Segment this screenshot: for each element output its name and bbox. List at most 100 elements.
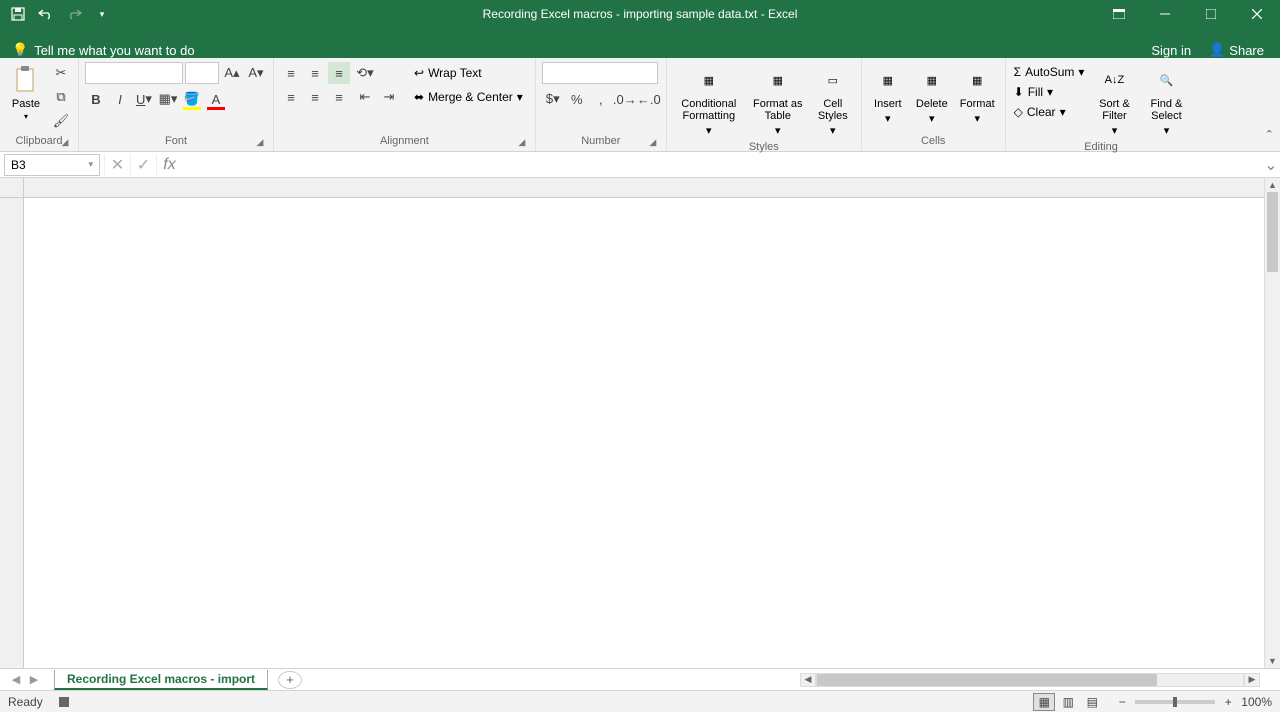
zoom-out-icon[interactable]: − (1115, 695, 1129, 709)
collapse-ribbon-icon[interactable]: ˆ (1267, 129, 1272, 147)
fill-label: Fill (1028, 85, 1043, 99)
share-label: Share (1229, 43, 1264, 58)
add-sheet-icon[interactable]: + (278, 671, 302, 689)
tab-nav-prev-icon[interactable]: ◀ (8, 673, 24, 686)
align-bottom-icon[interactable]: ≡ (328, 62, 350, 84)
close-icon[interactable] (1234, 0, 1280, 28)
qat-customize-icon[interactable]: ▾ (94, 6, 110, 22)
number-launcher-icon[interactable]: ◢ (648, 137, 658, 147)
hscroll-thumb[interactable] (817, 674, 1157, 686)
conditional-formatting-button[interactable]: ▦Conditional Formatting▾ (673, 62, 745, 139)
cells-area[interactable] (24, 198, 1264, 668)
delete-label: Delete (916, 98, 948, 110)
select-all-button[interactable] (0, 178, 24, 198)
decrease-font-icon[interactable]: A▾ (245, 62, 267, 84)
font-launcher-icon[interactable]: ◢ (255, 137, 265, 147)
number-format-select[interactable] (542, 62, 658, 84)
align-center-icon[interactable]: ≡ (304, 86, 326, 108)
page-layout-view-icon[interactable]: ▥ (1057, 693, 1079, 711)
alignment-launcher-icon[interactable]: ◢ (517, 137, 527, 147)
align-middle-icon[interactable]: ≡ (304, 62, 326, 84)
paste-button[interactable]: Paste ▾ (6, 62, 46, 123)
zoom-in-icon[interactable]: + (1221, 695, 1235, 709)
clipboard-launcher-icon[interactable]: ◢ (60, 137, 70, 147)
ribbon-display-icon[interactable] (1096, 0, 1142, 28)
tab-nav-next-icon[interactable]: ▶ (26, 673, 42, 686)
format-as-table-button[interactable]: ▦Format as Table▾ (749, 62, 807, 139)
group-number: $▾ % , .0→ ←.0 Number◢ (536, 58, 667, 151)
percent-format-icon[interactable]: % (566, 88, 588, 110)
undo-icon[interactable] (38, 6, 54, 22)
row-headers (0, 198, 24, 668)
align-right-icon[interactable]: ≡ (328, 86, 350, 108)
formula-input[interactable] (182, 154, 1262, 176)
styles-label: Styles (749, 141, 779, 153)
vscroll-thumb[interactable] (1267, 192, 1278, 272)
insert-cells-button[interactable]: ▦Insert▾ (868, 62, 908, 127)
orientation-icon[interactable]: ⟲▾ (354, 62, 376, 84)
maximize-icon[interactable] (1188, 0, 1234, 28)
tell-me[interactable]: 💡 Tell me what you want to do (4, 42, 203, 58)
bold-icon[interactable]: B (85, 88, 107, 110)
copy-icon[interactable]: ⧉ (50, 86, 72, 108)
cut-icon[interactable]: ✂ (50, 62, 72, 84)
italic-icon[interactable]: I (109, 88, 131, 110)
find-select-button[interactable]: 🔍Find & Select▾ (1142, 62, 1190, 139)
group-alignment: ≡ ≡ ≡ ≡ ≡ ≡ ⟲▾ ⇤ ⇥ ↩Wrap Text ⬌Me (274, 58, 536, 151)
format-cells-button[interactable]: ▦Format▾ (956, 62, 999, 127)
cellstyles-label: Cell Styles (815, 98, 851, 122)
delete-cells-button[interactable]: ▦Delete▾ (912, 62, 952, 127)
cell-styles-button[interactable]: ▭Cell Styles▾ (811, 62, 855, 139)
redo-icon[interactable] (66, 6, 82, 22)
autosum-button[interactable]: ΣAutoSum ▾ (1012, 62, 1087, 82)
merge-center-button[interactable]: ⬌Merge & Center ▾ (408, 86, 529, 108)
increase-decimal-icon[interactable]: .0→ (614, 88, 636, 110)
format-painter-icon[interactable]: 🖌 (50, 110, 72, 132)
scroll-down-icon[interactable]: ▼ (1265, 654, 1280, 668)
status-text: Ready (8, 695, 43, 709)
font-color-icon[interactable]: A (205, 88, 227, 110)
lightbulb-icon: 💡 (12, 42, 28, 58)
decrease-decimal-icon[interactable]: ←.0 (638, 88, 660, 110)
vertical-scrollbar[interactable]: ▲ ▼ (1264, 178, 1280, 668)
save-icon[interactable] (10, 6, 26, 22)
scroll-right-icon[interactable]: ▶ (1244, 673, 1260, 687)
sheet-tab-active[interactable]: Recording Excel macros - import (54, 670, 268, 690)
expand-formula-bar-icon[interactable]: ⌄ (1262, 155, 1280, 175)
font-name-input[interactable] (85, 62, 183, 84)
delete-icon: ▦ (916, 64, 948, 96)
share-icon: 👤 (1209, 42, 1225, 58)
group-font: A▴ A▾ B I U▾ ▦▾ 🪣 A Font◢ (79, 58, 274, 151)
underline-icon[interactable]: U▾ (133, 88, 155, 110)
fill-color-icon[interactable]: 🪣 (181, 88, 203, 110)
align-top-icon[interactable]: ≡ (280, 62, 302, 84)
normal-view-icon[interactable]: ▦ (1033, 693, 1055, 711)
horizontal-scrollbar[interactable]: ◀ ▶ (800, 672, 1260, 688)
increase-indent-icon[interactable]: ⇥ (378, 86, 400, 108)
borders-icon[interactable]: ▦▾ (157, 88, 179, 110)
font-size-input[interactable] (185, 62, 219, 84)
paste-label: Paste (12, 98, 40, 110)
decrease-indent-icon[interactable]: ⇤ (354, 86, 376, 108)
fill-button[interactable]: ⬇Fill ▾ (1012, 82, 1087, 102)
clear-button[interactable]: ◇Clear ▾ (1012, 102, 1087, 122)
scroll-up-icon[interactable]: ▲ (1265, 178, 1280, 192)
sign-in-link[interactable]: Sign in (1151, 43, 1191, 58)
insert-function-icon[interactable]: fx (156, 154, 182, 176)
sort-filter-button[interactable]: A↓ZSort & Filter▾ (1090, 62, 1138, 139)
zoom-slider[interactable] (1135, 700, 1215, 704)
minimize-icon[interactable] (1142, 0, 1188, 28)
comma-format-icon[interactable]: , (590, 88, 612, 110)
scroll-left-icon[interactable]: ◀ (800, 673, 816, 687)
cancel-formula-icon[interactable]: ✕ (104, 154, 130, 176)
share-button[interactable]: 👤 Share (1209, 42, 1264, 58)
accounting-format-icon[interactable]: $▾ (542, 88, 564, 110)
enter-formula-icon[interactable]: ✓ (130, 154, 156, 176)
increase-font-icon[interactable]: A▴ (221, 62, 243, 84)
align-left-icon[interactable]: ≡ (280, 86, 302, 108)
zoom-level[interactable]: 100% (1241, 695, 1272, 709)
page-break-view-icon[interactable]: ▤ (1081, 693, 1103, 711)
group-clipboard: Paste ▾ ✂ ⧉ 🖌 Clipboard◢ (0, 58, 79, 151)
name-box[interactable]: B3▾ (4, 154, 100, 176)
wrap-text-button[interactable]: ↩Wrap Text (408, 62, 529, 84)
